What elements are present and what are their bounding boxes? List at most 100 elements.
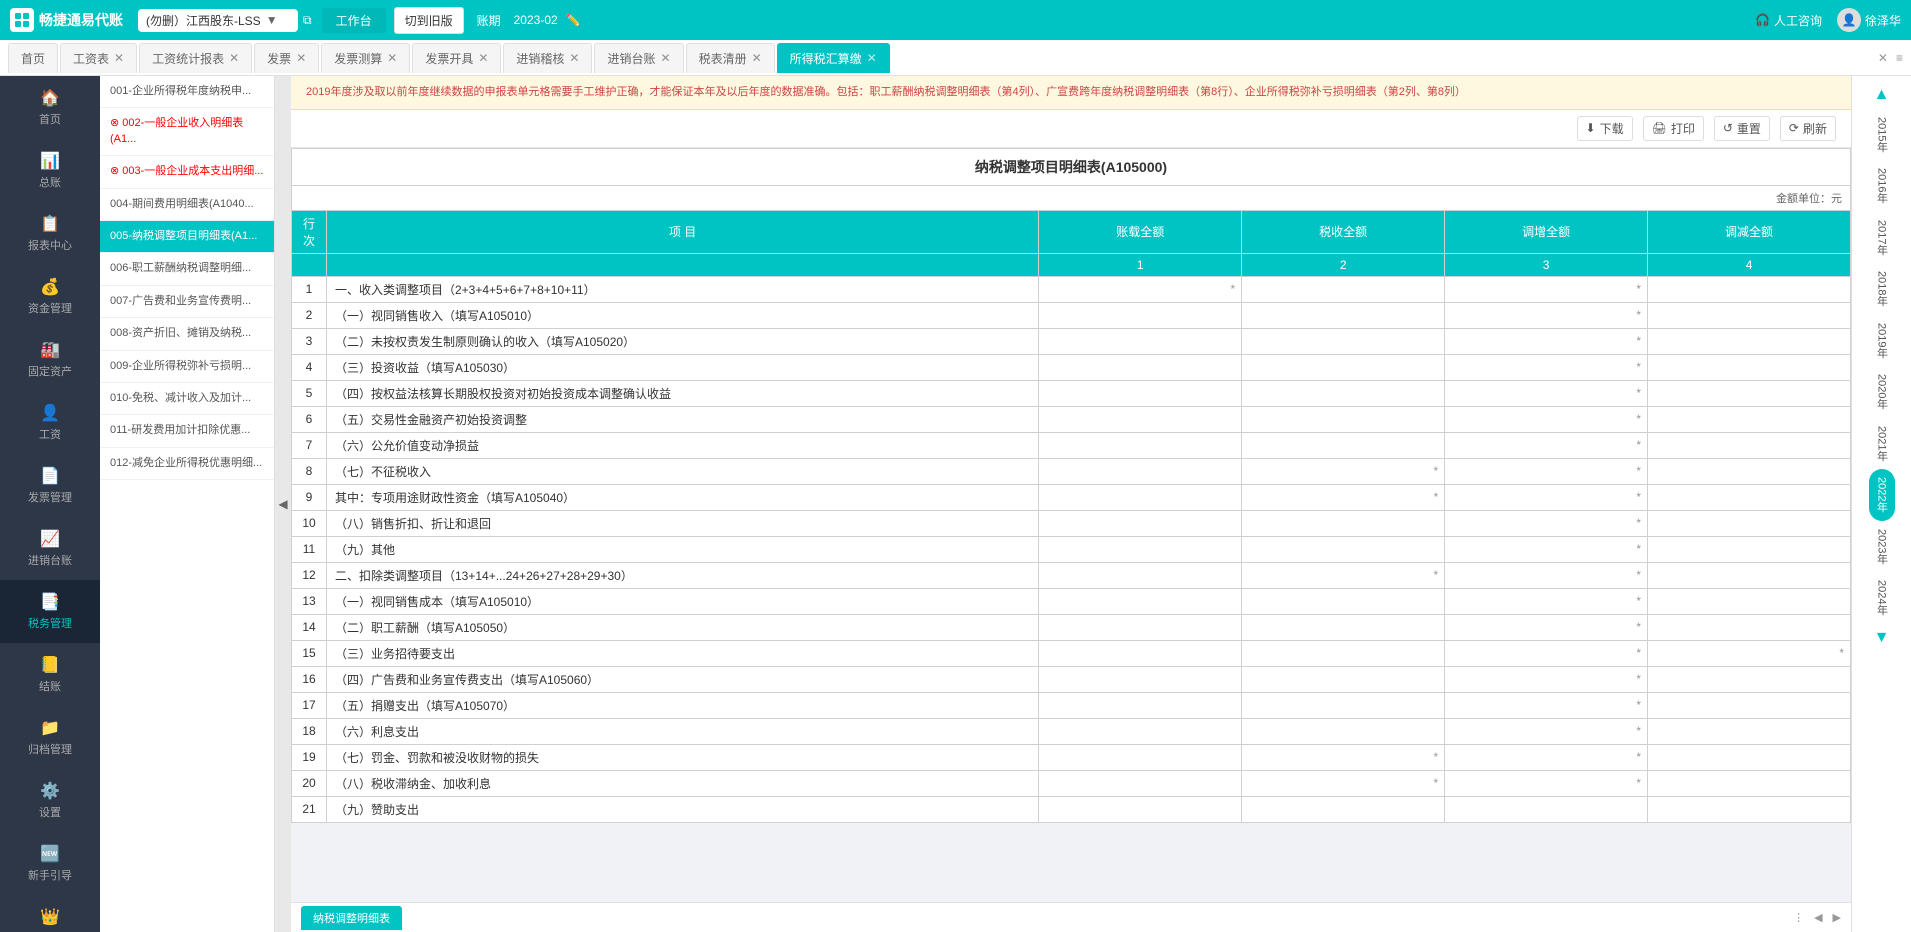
user-info-button[interactable]: 👤 徐泽华 — [1837, 8, 1901, 32]
row-col1[interactable] — [1039, 432, 1242, 458]
row-col2[interactable] — [1242, 276, 1445, 302]
row-col3[interactable]: * — [1445, 458, 1648, 484]
list-item-010[interactable]: 010-免税、减计收入及加计... — [100, 383, 274, 415]
year-item[interactable]: 2021年 — [1869, 418, 1895, 469]
row-col1[interactable] — [1039, 484, 1242, 510]
row-col3[interactable]: * — [1445, 406, 1648, 432]
row-col4[interactable] — [1648, 432, 1851, 458]
row-col4[interactable] — [1648, 536, 1851, 562]
row-col3[interactable]: * — [1445, 770, 1648, 796]
row-col1[interactable] — [1039, 666, 1242, 692]
sidebar-item-assets[interactable]: 🏭 固定资产 — [0, 328, 100, 391]
panel-toggle-button[interactable]: ◀ — [275, 76, 291, 932]
row-col4[interactable] — [1648, 562, 1851, 588]
row-col2[interactable] — [1242, 666, 1445, 692]
row-col4[interactable] — [1648, 302, 1851, 328]
row-col1[interactable] — [1039, 718, 1242, 744]
tab-payroll-stats[interactable]: 工资统计报表 ✕ — [139, 43, 252, 73]
row-col1[interactable] — [1039, 614, 1242, 640]
sidebar-item-guide[interactable]: 🆕 新手引导 — [0, 832, 100, 895]
tab-income-tax-close-icon[interactable]: ✕ — [867, 51, 877, 65]
row-col1[interactable]: * — [1039, 276, 1242, 302]
row-col2[interactable] — [1242, 328, 1445, 354]
row-col3[interactable]: * — [1445, 666, 1648, 692]
row-col1[interactable] — [1039, 562, 1242, 588]
copy-icon[interactable]: ⧉ — [303, 13, 312, 28]
row-col2[interactable] — [1242, 614, 1445, 640]
list-item-003[interactable]: ⊗003-一般企业成本支出明细... — [100, 156, 274, 188]
row-col2[interactable]: * — [1242, 458, 1445, 484]
row-col3[interactable] — [1445, 796, 1648, 822]
row-col1[interactable] — [1039, 588, 1242, 614]
page-left-icon[interactable]: ◀ — [1814, 911, 1822, 924]
row-col3[interactable]: * — [1445, 302, 1648, 328]
sidebar-item-purchase-ledger[interactable]: 📈 进销台账 — [0, 517, 100, 580]
list-item-006[interactable]: 006-职工薪酬纳税调整明细... — [100, 253, 274, 285]
tab-payroll-stats-close-icon[interactable]: ✕ — [229, 51, 239, 65]
year-item[interactable]: 2023年 — [1869, 521, 1895, 572]
tab-invoice-calc[interactable]: 发票测算 ✕ — [321, 43, 410, 73]
row-col3[interactable]: * — [1445, 614, 1648, 640]
row-col3[interactable]: * — [1445, 562, 1648, 588]
company-selector[interactable]: (勿删）江西股东-LSS ▼ — [138, 9, 298, 32]
switch-old-button[interactable]: 切到旧版 — [394, 7, 464, 34]
sidebar-item-invoice-mgmt[interactable]: 📄 发票管理 — [0, 454, 100, 517]
print-button[interactable]: 🖨 打印 — [1643, 116, 1704, 141]
row-col2[interactable] — [1242, 406, 1445, 432]
row-col2[interactable] — [1242, 354, 1445, 380]
row-col3[interactable]: * — [1445, 536, 1648, 562]
row-col1[interactable] — [1039, 406, 1242, 432]
year-down-button[interactable]: ▼ — [1869, 624, 1895, 652]
tab-income-tax[interactable]: 所得税汇算缴 ✕ — [777, 43, 890, 73]
tab-purchase-sales[interactable]: 进销稽核 ✕ — [503, 43, 592, 73]
tab-payroll-close-icon[interactable]: ✕ — [114, 51, 124, 65]
user-service-button[interactable]: 🎧 人工咨询 — [1755, 12, 1822, 29]
year-item[interactable]: 2017年 — [1869, 212, 1895, 263]
row-col4[interactable] — [1648, 666, 1851, 692]
row-col1[interactable] — [1039, 458, 1242, 484]
download-button[interactable]: ⬇ 下载 — [1577, 116, 1633, 141]
list-item-009[interactable]: 009-企业所得税弥补亏损明... — [100, 351, 274, 383]
scroll-left-icon[interactable]: ⋮ — [1793, 911, 1804, 924]
row-col2[interactable] — [1242, 640, 1445, 666]
row-col2[interactable] — [1242, 536, 1445, 562]
row-col4[interactable] — [1648, 276, 1851, 302]
row-col2[interactable] — [1242, 432, 1445, 458]
sheet-tab[interactable]: 纳税调整明细表 — [301, 906, 402, 930]
year-item[interactable]: 2019年 — [1869, 315, 1895, 366]
row-col4[interactable] — [1648, 484, 1851, 510]
row-col1[interactable] — [1039, 640, 1242, 666]
period-edit-icon[interactable]: ✏️ — [566, 13, 581, 27]
row-col3[interactable]: * — [1445, 718, 1648, 744]
row-col1[interactable] — [1039, 770, 1242, 796]
tab-invoice-calc-close-icon[interactable]: ✕ — [387, 51, 397, 65]
tab-tax-list[interactable]: 税表清册 ✕ — [686, 43, 775, 73]
tab-ledger[interactable]: 进销台账 ✕ — [594, 43, 683, 73]
sidebar-item-member[interactable]: 👑 畅会员 — [0, 895, 100, 932]
row-col3[interactable]: * — [1445, 510, 1648, 536]
sidebar-item-archive[interactable]: 📁 归档管理 — [0, 706, 100, 769]
row-col2[interactable]: * — [1242, 562, 1445, 588]
row-col2[interactable] — [1242, 380, 1445, 406]
year-item[interactable]: 2018年 — [1869, 263, 1895, 314]
row-col4[interactable] — [1648, 510, 1851, 536]
row-col4[interactable]: * — [1648, 640, 1851, 666]
tab-invoice-issue[interactable]: 发票开具 ✕ — [412, 43, 501, 73]
year-item[interactable]: 2022年 — [1869, 469, 1895, 520]
row-col4[interactable] — [1648, 744, 1851, 770]
workbench-button[interactable]: 工作台 — [322, 8, 386, 33]
row-col3[interactable]: * — [1445, 276, 1648, 302]
row-col4[interactable] — [1648, 406, 1851, 432]
row-col4[interactable] — [1648, 354, 1851, 380]
year-item[interactable]: 2020年 — [1869, 366, 1895, 417]
row-col3[interactable]: * — [1445, 328, 1648, 354]
row-col1[interactable] — [1039, 510, 1242, 536]
row-col2[interactable] — [1242, 588, 1445, 614]
row-col2[interactable]: * — [1242, 744, 1445, 770]
row-col2[interactable] — [1242, 796, 1445, 822]
row-col1[interactable] — [1039, 328, 1242, 354]
row-col2[interactable]: * — [1242, 770, 1445, 796]
tab-payroll[interactable]: 工资表 ✕ — [60, 43, 137, 73]
sidebar-item-tax-mgmt[interactable]: 📑 税务管理 — [0, 580, 100, 643]
tab-ledger-close-icon[interactable]: ✕ — [661, 51, 671, 65]
